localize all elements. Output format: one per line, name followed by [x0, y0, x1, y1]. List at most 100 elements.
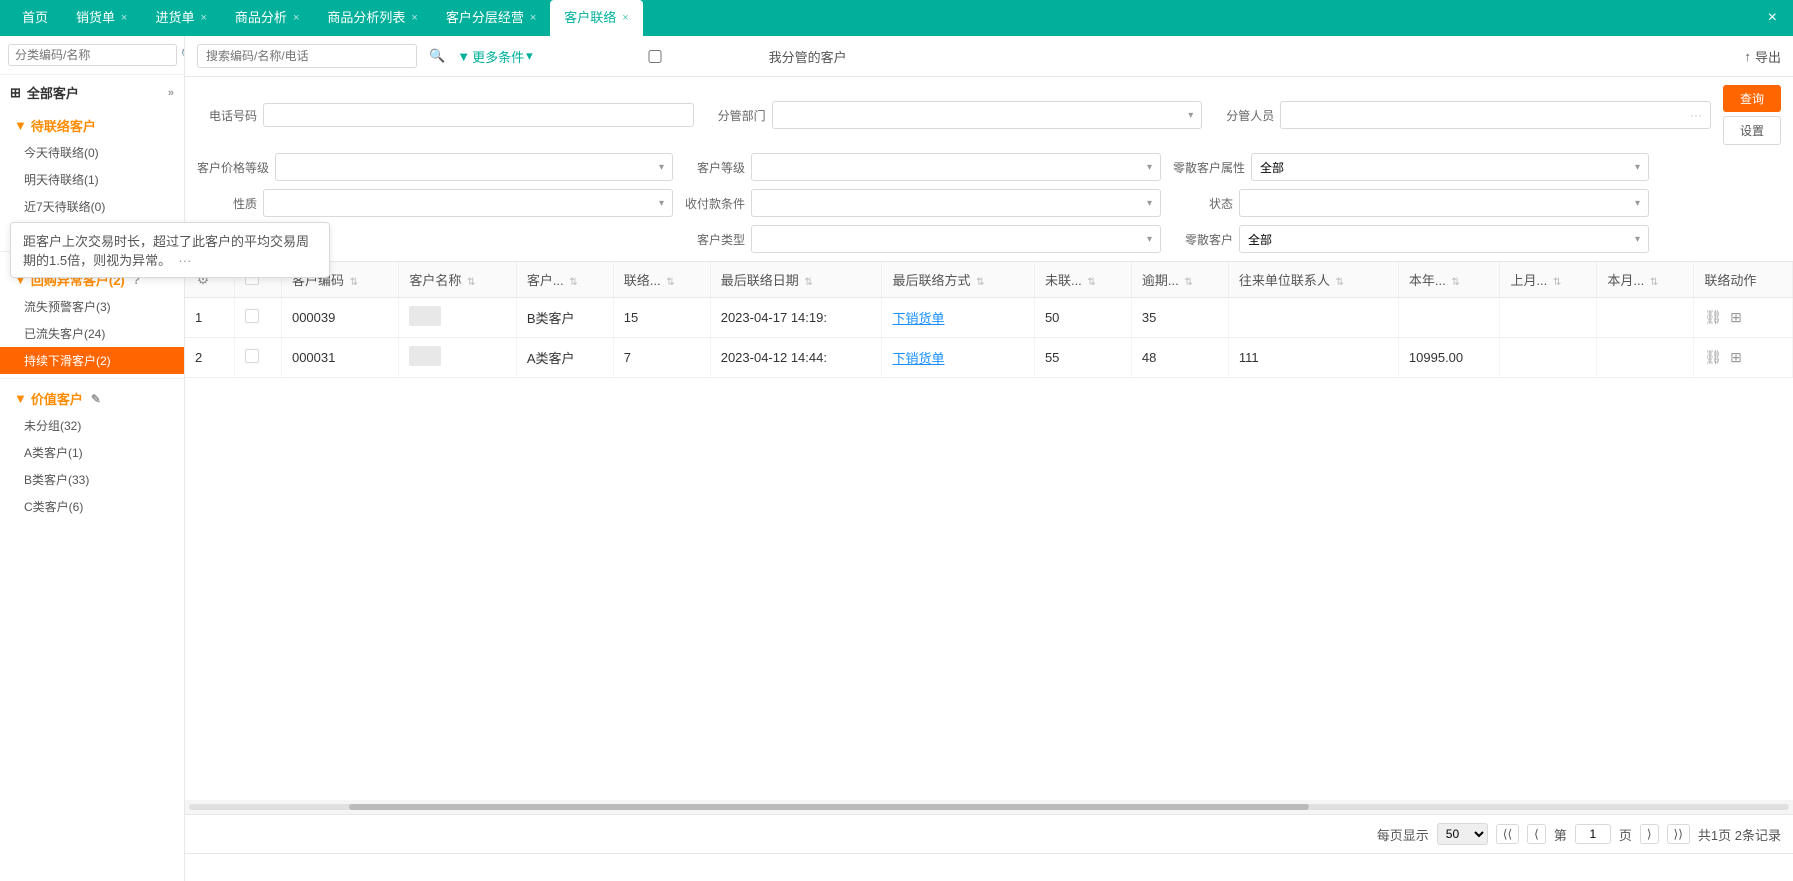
last-month-sort-icon[interactable]: ⇅: [1553, 277, 1561, 288]
row2-last-date: 2023-04-12 14:44:: [710, 338, 882, 378]
payment-arrow-icon: ▾: [1147, 198, 1152, 209]
sidebar-item-ungroup[interactable]: 未分组(32): [0, 412, 184, 439]
filter-customer-type: 客户类型 ▾: [685, 225, 1161, 253]
close-all-button[interactable]: ×: [1760, 9, 1785, 27]
page-suffix: 页: [1619, 825, 1632, 844]
more-conditions-btn[interactable]: ▼ 更多条件 ▾: [457, 47, 532, 66]
filter-payment: 收付款条件 ▾: [685, 189, 1161, 217]
row2-actions: ⛓ ⊞: [1694, 338, 1793, 378]
contact-sort-icon[interactable]: ⇅: [666, 277, 674, 288]
this-month-sort-icon[interactable]: ⇅: [1650, 277, 1658, 288]
nav-home[interactable]: 首页: [8, 0, 62, 36]
sidebar-item-churned[interactable]: 已流失客户(24): [0, 320, 184, 347]
nav-purchase-order-close[interactable]: ×: [200, 0, 206, 36]
row2-action-link-icon[interactable]: ⛓: [1704, 349, 1722, 366]
nav-sales-order[interactable]: 销货单 ×: [62, 0, 141, 36]
sidebar-item-declining[interactable]: 持续下滑客户(2): [0, 347, 184, 374]
scroll-thumb[interactable]: [349, 804, 1309, 810]
partner-sort-icon[interactable]: ⇅: [1336, 277, 1344, 288]
row1-action-grid-icon[interactable]: ⊞: [1730, 309, 1742, 326]
nav-purchase-order[interactable]: 进货单 ×: [141, 0, 220, 36]
my-customers-checkbox-label[interactable]: 我分管的客户: [545, 47, 847, 66]
method-sort-icon[interactable]: ⇅: [976, 277, 984, 288]
nav-customer-contact[interactable]: 客户联络 ×: [550, 0, 642, 36]
row1-action-link-icon[interactable]: ⛓: [1704, 309, 1722, 326]
retail-customer-select[interactable]: 全部 ▾: [1239, 225, 1649, 253]
page-number-input[interactable]: [1575, 824, 1611, 844]
sidebar-collapse-btn[interactable]: »: [168, 87, 174, 99]
settings-button[interactable]: 设置: [1723, 116, 1781, 145]
prev-page-btn[interactable]: ⟨: [1527, 824, 1546, 844]
sidebar-item-tomorrow[interactable]: 明天待联络(1): [0, 166, 184, 193]
sidebar-item-today[interactable]: 今天待联络(0): [0, 139, 184, 166]
advanced-filter-panel: 电话号码 分管部门 ▾ 分管人员 ··· 查询 设置: [185, 77, 1793, 262]
row2-action-icons: ⛓ ⊞: [1704, 349, 1782, 366]
export-button[interactable]: ↑ 导出: [1744, 47, 1781, 66]
search-input[interactable]: [197, 44, 417, 68]
nav-product-analysis-close[interactable]: ×: [293, 0, 299, 36]
nav-product-analysis-list[interactable]: 商品分析列表 ×: [313, 0, 431, 36]
query-button[interactable]: 查询: [1723, 85, 1781, 112]
type-sort-icon[interactable]: ⇅: [569, 277, 577, 288]
filter-search-icon[interactable]: 🔍: [429, 48, 445, 64]
filter-nature: 性质 ▾: [197, 189, 673, 217]
row1-name-placeholder: [409, 306, 441, 326]
filter-row-3: 性质 ▾ 收付款条件 ▾ 状态 ▾: [197, 189, 1781, 217]
per-page-select[interactable]: 50 100 200: [1437, 823, 1488, 845]
row2-index: 2: [185, 338, 234, 378]
row1-year-amount: [1398, 298, 1500, 338]
horizontal-scrollbar[interactable]: [185, 800, 1793, 814]
nav-product-analysis[interactable]: 商品分析 ×: [221, 0, 313, 36]
overdue-sort-icon[interactable]: ⇅: [1184, 277, 1192, 288]
first-page-btn[interactable]: ⟨⟨: [1496, 824, 1519, 844]
my-customers-checkbox[interactable]: [545, 50, 765, 63]
col-actions: 联络动作: [1694, 262, 1793, 298]
col-name: 客户名称 ⇅: [399, 262, 516, 298]
tooltip-more-icon[interactable]: ···: [178, 253, 185, 268]
row2-select-checkbox[interactable]: [245, 349, 259, 363]
filter-icon: ▼: [457, 49, 470, 64]
nav-product-analysis-list-close[interactable]: ×: [411, 0, 417, 36]
nature-select[interactable]: ▾: [263, 189, 673, 217]
top-navigation: 首页 销货单 × 进货单 × 商品分析 × 商品分析列表 × 客户分层经营 × …: [0, 0, 1793, 36]
col-this-month: 本月... ⇅: [1597, 262, 1694, 298]
nav-customer-segmentation-close[interactable]: ×: [530, 0, 536, 36]
sidebar-item-b-class[interactable]: B类客户(33): [0, 466, 184, 493]
row2-action-grid-icon[interactable]: ⊞: [1730, 349, 1742, 366]
price-level-select[interactable]: ▾: [275, 153, 673, 181]
edit-icon[interactable]: ✎: [91, 392, 101, 406]
row2-method-link[interactable]: 下销货单: [892, 351, 944, 366]
sidebar-search-input[interactable]: [8, 44, 177, 66]
col-uncontacted: 未联... ⇅: [1034, 262, 1131, 298]
next-page-btn[interactable]: ⟩: [1640, 824, 1659, 844]
sidebar: 🔍 ⊞ 全部客户 » ▼ 待联络客户 今天待联络(0) 明天待联络(1) 近7天…: [0, 36, 185, 881]
date-sort-icon[interactable]: ⇅: [804, 277, 812, 288]
retail-attr-select[interactable]: 全部 ▾: [1251, 153, 1649, 181]
sidebar-item-churn-warning[interactable]: 流失预警客户(3): [0, 293, 184, 320]
status-arrow-icon: ▾: [1635, 198, 1640, 209]
sidebar-item-c-class[interactable]: C类客户(6): [0, 493, 184, 520]
phone-input[interactable]: [263, 103, 694, 127]
last-page-btn[interactable]: ⟩⟩: [1667, 824, 1690, 844]
name-sort-icon[interactable]: ⇅: [467, 277, 475, 288]
price-level-arrow-icon: ▾: [659, 162, 664, 173]
nav-customer-contact-close[interactable]: ×: [622, 0, 628, 36]
sidebar-item-a-class[interactable]: A类客户(1): [0, 439, 184, 466]
nav-customer-segmentation[interactable]: 客户分层经营 ×: [432, 0, 550, 36]
export-icon: ↑: [1744, 49, 1751, 64]
row1-method-link[interactable]: 下销货单: [892, 311, 944, 326]
row2-uncontacted: 55: [1034, 338, 1131, 378]
dept-select[interactable]: ▾: [772, 101, 1203, 129]
payment-select[interactable]: ▾: [751, 189, 1161, 217]
row2-customer-type: A类客户: [516, 338, 613, 378]
year-sort-icon[interactable]: ⇅: [1451, 277, 1459, 288]
person-select[interactable]: ···: [1280, 101, 1711, 129]
status-select[interactable]: ▾: [1239, 189, 1649, 217]
code-sort-icon[interactable]: ⇅: [350, 277, 358, 288]
nav-sales-order-close[interactable]: ×: [121, 0, 127, 36]
customer-level-select[interactable]: ▾: [751, 153, 1161, 181]
uncontacted-sort-icon[interactable]: ⇅: [1087, 277, 1095, 288]
sidebar-item-7days[interactable]: 近7天待联络(0): [0, 193, 184, 220]
row1-select-checkbox[interactable]: [245, 309, 259, 323]
customer-type-select[interactable]: ▾: [751, 225, 1161, 253]
